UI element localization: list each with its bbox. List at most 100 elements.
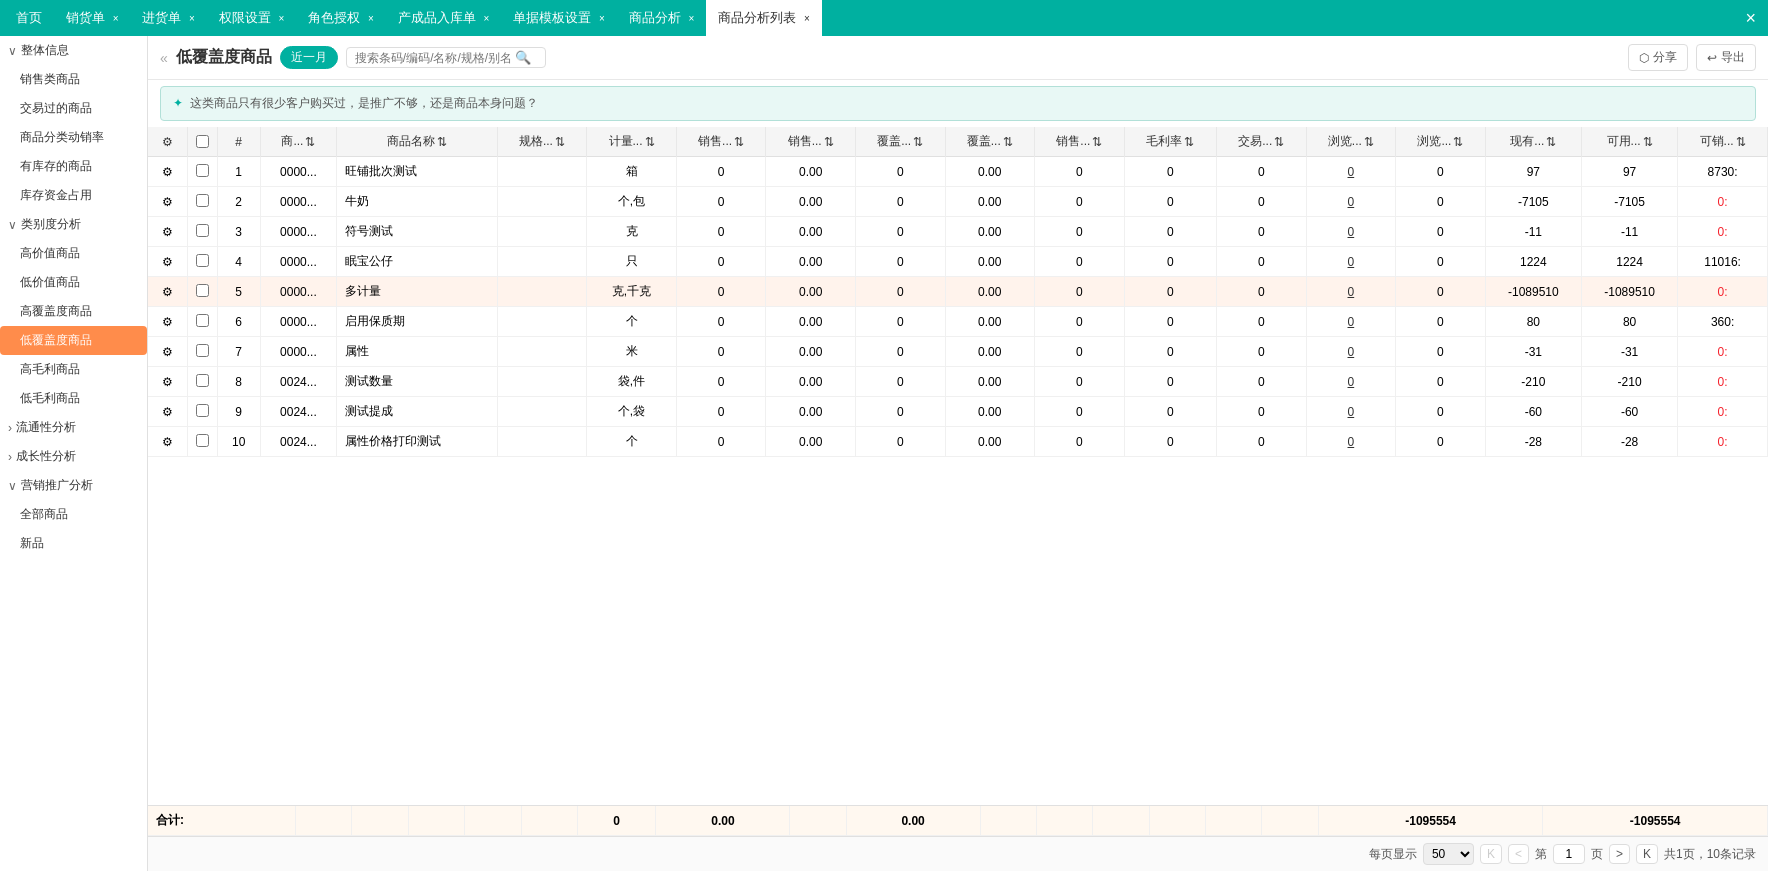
nav-tab-permission[interactable]: 权限设置 × xyxy=(207,0,296,36)
browse-link[interactable]: 0 xyxy=(1348,165,1355,179)
next-page-button[interactable]: > xyxy=(1609,844,1630,864)
row-browse-a[interactable]: 0 xyxy=(1306,187,1396,217)
col-gross-rate[interactable]: 毛利率 ⇅ xyxy=(1124,127,1216,157)
sort-icon-sales-qty[interactable]: ⇅ xyxy=(734,135,744,149)
sidebar-section-overall[interactable]: ∨ 整体信息 xyxy=(0,36,147,65)
sort-icon-name[interactable]: ⇅ xyxy=(437,135,447,149)
sidebar-item-high-margin[interactable]: 高毛利商品 xyxy=(0,355,147,384)
row-settings[interactable]: ⚙ xyxy=(148,427,187,457)
row-checkbox[interactable] xyxy=(187,427,217,457)
sort-icon-gross-rate[interactable]: ⇅ xyxy=(1184,135,1194,149)
col-cover-qty[interactable]: 覆盖... ⇅ xyxy=(855,127,945,157)
row-settings[interactable]: ⚙ xyxy=(148,277,187,307)
col-browse-a[interactable]: 浏览... ⇅ xyxy=(1306,127,1396,157)
browse-link[interactable]: 0 xyxy=(1348,435,1355,449)
close-template-tab[interactable]: × xyxy=(599,13,605,24)
page-size-select[interactable]: 50 20 100 200 xyxy=(1423,843,1474,865)
sort-icon-current[interactable]: ⇅ xyxy=(1546,135,1556,149)
sidebar-item-sales-goods[interactable]: 销售类商品 xyxy=(0,65,147,94)
row-select-checkbox[interactable] xyxy=(196,194,209,207)
row-settings[interactable]: ⚙ xyxy=(148,247,187,277)
browse-link[interactable]: 0 xyxy=(1348,375,1355,389)
sort-icon-cover-amt[interactable]: ⇅ xyxy=(1003,135,1013,149)
close-goods-analysis-tab[interactable]: × xyxy=(688,13,694,24)
row-checkbox[interactable] xyxy=(187,157,217,187)
row-checkbox[interactable] xyxy=(187,217,217,247)
close-goods-analysis-list-tab[interactable]: × xyxy=(804,13,810,24)
sidebar-item-low-coverage[interactable]: 低覆盖度商品 xyxy=(0,326,147,355)
close-purchase-tab[interactable]: × xyxy=(189,13,195,24)
nav-tab-home[interactable]: 首页 xyxy=(4,0,54,36)
sidebar-item-category-turnover[interactable]: 商品分类动销率 xyxy=(0,123,147,152)
row-checkbox[interactable] xyxy=(187,337,217,367)
sidebar-item-capital-occupy[interactable]: 库存资金占用 xyxy=(0,181,147,210)
nav-tab-template[interactable]: 单据模板设置 × xyxy=(501,0,616,36)
row-browse-a[interactable]: 0 xyxy=(1306,427,1396,457)
first-page-button[interactable]: K xyxy=(1480,844,1502,864)
row-checkbox[interactable] xyxy=(187,307,217,337)
row-select-checkbox[interactable] xyxy=(196,164,209,177)
sidebar-item-high-value[interactable]: 高价值商品 xyxy=(0,239,147,268)
browse-link[interactable]: 0 xyxy=(1348,345,1355,359)
nav-tab-goods-analysis[interactable]: 商品分析 × xyxy=(617,0,706,36)
row-select-checkbox[interactable] xyxy=(196,434,209,447)
last-page-button[interactable]: K xyxy=(1636,844,1658,864)
row-checkbox[interactable] xyxy=(187,187,217,217)
sidebar-section-marketing[interactable]: ∨ 营销推广分析 xyxy=(0,471,147,500)
export-button[interactable]: ↩ 导出 xyxy=(1696,44,1756,71)
sort-icon-sales-amt[interactable]: ⇅ xyxy=(824,135,834,149)
sort-icon-saleable[interactable]: ⇅ xyxy=(1736,135,1746,149)
row-browse-a[interactable]: 0 xyxy=(1306,277,1396,307)
sort-icon-cover-qty[interactable]: ⇅ xyxy=(913,135,923,149)
table-container[interactable]: ⚙ # 商... ⇅ 商品名称 ⇅ 规格... ⇅ 计量... ⇅ 销售... … xyxy=(148,127,1768,805)
sidebar-item-high-coverage[interactable]: 高覆盖度商品 xyxy=(0,297,147,326)
nav-tab-sales[interactable]: 销货单 × xyxy=(54,0,130,36)
row-select-checkbox[interactable] xyxy=(196,254,209,267)
col-current[interactable]: 现有... ⇅ xyxy=(1485,127,1581,157)
col-settings[interactable]: ⚙ xyxy=(148,127,187,157)
close-product-warehouse-tab[interactable]: × xyxy=(484,13,490,24)
col-available[interactable]: 可用... ⇅ xyxy=(1581,127,1677,157)
col-trade-x[interactable]: 交易... ⇅ xyxy=(1217,127,1307,157)
row-settings[interactable]: ⚙ xyxy=(148,337,187,367)
sidebar-item-all-goods[interactable]: 全部商品 xyxy=(0,500,147,529)
row-select-checkbox[interactable] xyxy=(196,224,209,237)
nav-tab-product-warehouse[interactable]: 产成品入库单 × xyxy=(386,0,501,36)
row-settings[interactable]: ⚙ xyxy=(148,307,187,337)
close-sales-tab[interactable]: × xyxy=(113,13,119,24)
close-role-tab[interactable]: × xyxy=(368,13,374,24)
share-button[interactable]: ⬡ 分享 xyxy=(1628,44,1688,71)
row-browse-a[interactable]: 0 xyxy=(1306,157,1396,187)
row-browse-a[interactable]: 0 xyxy=(1306,397,1396,427)
row-settings[interactable]: ⚙ xyxy=(148,397,187,427)
browse-link[interactable]: 0 xyxy=(1348,225,1355,239)
browse-link[interactable]: 0 xyxy=(1348,315,1355,329)
sort-icon-browse-a[interactable]: ⇅ xyxy=(1364,135,1374,149)
col-code[interactable]: 商... ⇅ xyxy=(260,127,336,157)
col-browse-b[interactable]: 浏览... ⇅ xyxy=(1396,127,1486,157)
sort-icon-browse-b[interactable]: ⇅ xyxy=(1453,135,1463,149)
close-all-tabs-button[interactable]: × xyxy=(1737,8,1764,29)
search-icon[interactable]: 🔍 xyxy=(515,50,531,65)
row-select-checkbox[interactable] xyxy=(196,404,209,417)
col-sales-qty[interactable]: 销售... ⇅ xyxy=(676,127,766,157)
row-settings[interactable]: ⚙ xyxy=(148,217,187,247)
col-checkbox[interactable] xyxy=(187,127,217,157)
row-settings[interactable]: ⚙ xyxy=(148,367,187,397)
row-browse-a[interactable]: 0 xyxy=(1306,247,1396,277)
browse-link[interactable]: 0 xyxy=(1348,255,1355,269)
browse-link[interactable]: 0 xyxy=(1348,285,1355,299)
row-browse-a[interactable]: 0 xyxy=(1306,337,1396,367)
row-settings[interactable]: ⚙ xyxy=(148,187,187,217)
nav-tab-role[interactable]: 角色授权 × xyxy=(296,0,385,36)
col-cover-amt[interactable]: 覆盖... ⇅ xyxy=(945,127,1035,157)
nav-tab-purchase[interactable]: 进货单 × xyxy=(130,0,206,36)
col-spec[interactable]: 规格... ⇅ xyxy=(497,127,587,157)
sidebar-section-circulation[interactable]: › 流通性分析 xyxy=(0,413,147,442)
row-browse-a[interactable]: 0 xyxy=(1306,217,1396,247)
sidebar-section-category[interactable]: ∨ 类别度分析 xyxy=(0,210,147,239)
row-checkbox[interactable] xyxy=(187,367,217,397)
sort-icon-sales-x[interactable]: ⇅ xyxy=(1092,135,1102,149)
sort-icon-unit[interactable]: ⇅ xyxy=(645,135,655,149)
close-permission-tab[interactable]: × xyxy=(279,13,285,24)
